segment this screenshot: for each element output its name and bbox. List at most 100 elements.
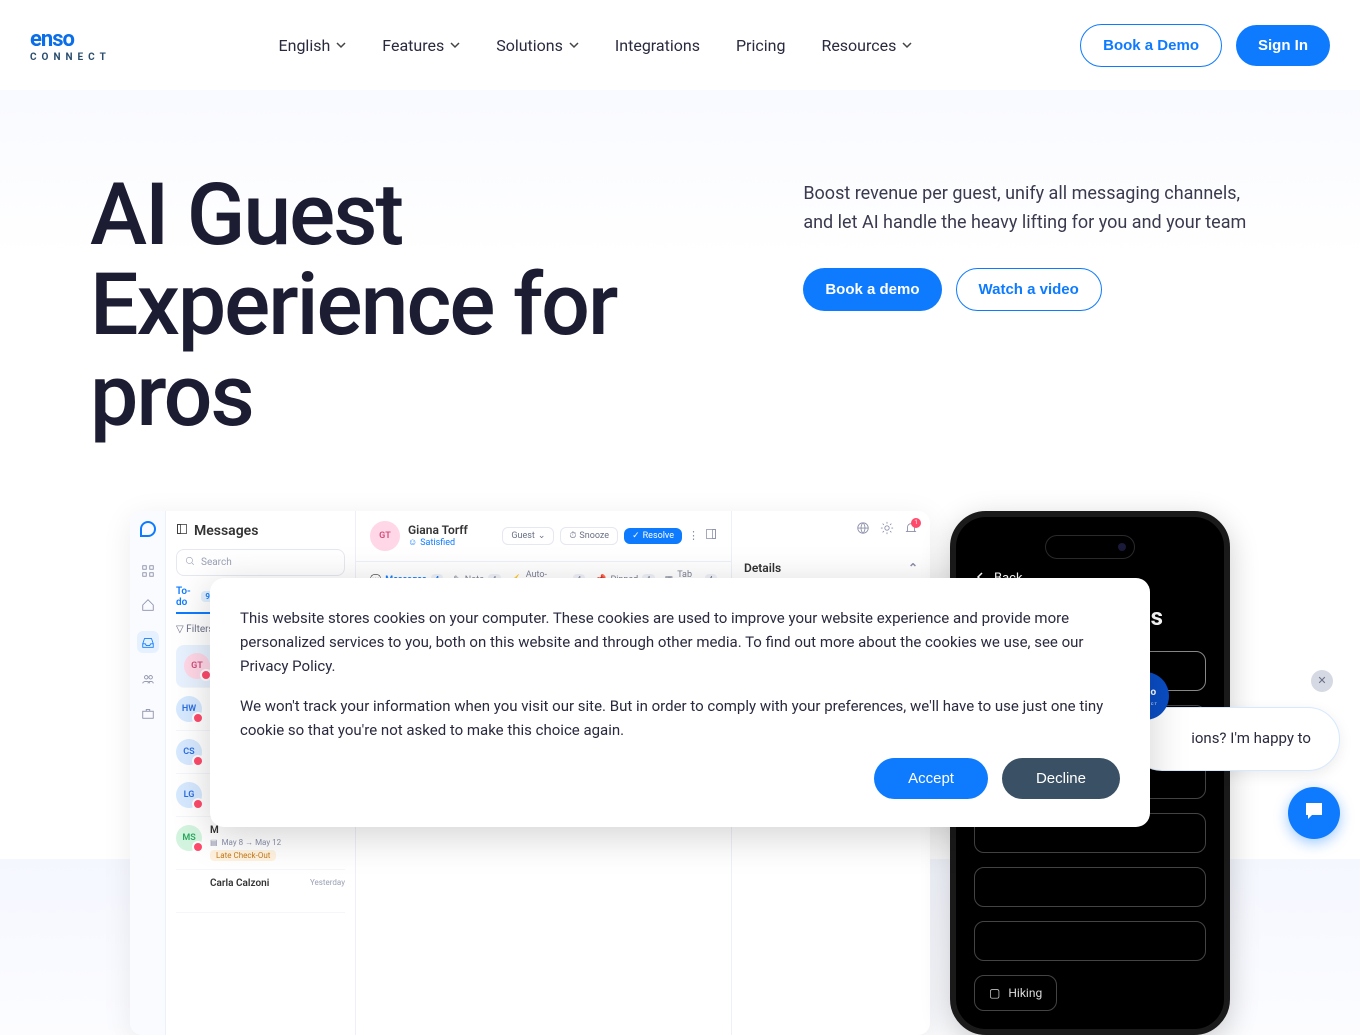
camera-dot-icon <box>1118 543 1126 551</box>
home-icon <box>140 597 156 613</box>
logo-mini-icon <box>140 521 156 537</box>
bell-icon: 1 <box>904 521 918 538</box>
nav-integrations-label: Integrations <box>615 36 700 55</box>
briefcase-icon <box>140 705 156 721</box>
chat-name: Giana Torff <box>408 523 468 537</box>
chat-status-text: Satisfied <box>420 538 455 548</box>
guest-label: Guest <box>511 531 534 541</box>
tab-todo-label: To- do <box>176 586 197 608</box>
convo-item: Carla Calzoni Yesterday <box>176 870 345 913</box>
messages-heading-text: Messages <box>194 523 258 539</box>
hero-left: AI Guest Experience for pros <box>90 170 743 441</box>
hero-section: AI Guest Experience for pros Boost reven… <box>0 90 1360 481</box>
details-title-text: Details <box>744 561 781 575</box>
chat-bubble[interactable]: enso CONNECT ✕ ions? I'm happy to <box>1130 707 1340 771</box>
mobile-chips: ▢Hiking <box>974 975 1206 1011</box>
mobile-field <box>974 921 1206 961</box>
nav-resources-label: Resources <box>821 36 896 55</box>
nav-pricing[interactable]: Pricing <box>736 36 786 55</box>
users-icon <box>140 671 156 687</box>
cookie-decline-button[interactable]: Decline <box>1002 758 1120 799</box>
mobile-field-wrap <box>974 867 1206 907</box>
cookie-actions: Accept Decline <box>240 758 1120 799</box>
resolve-button: ✓Resolve <box>624 528 682 544</box>
dashboard-icon <box>140 563 156 579</box>
convo-name: M <box>210 825 219 836</box>
chat-header-name-block: Giana Torff ☺Satisfied <box>408 523 468 548</box>
avatar: MS <box>176 825 202 851</box>
convo-time: Yesterday <box>310 878 345 889</box>
filter-icon: ▽ <box>176 624 186 635</box>
chat-status: ☺Satisfied <box>408 537 468 548</box>
avatar: LG <box>176 782 202 808</box>
mobile-notch <box>1045 535 1135 559</box>
gear-icon <box>880 521 894 538</box>
logo-text-bottom: CONNECT <box>30 52 111 63</box>
nav-features[interactable]: Features <box>382 36 460 55</box>
check-square-icon: ▢ <box>989 986 1000 1000</box>
tab-todo: To- do9 <box>176 586 214 614</box>
nav-integrations[interactable]: Integrations <box>615 36 700 55</box>
more-icon: ⋮ <box>688 529 699 542</box>
chat-fab-button[interactable] <box>1288 787 1340 839</box>
snooze-button: ⏱Snooze <box>560 527 618 545</box>
messages-heading: Messages <box>176 523 345 539</box>
chat-bubble-icon <box>1302 799 1326 827</box>
sign-in-button[interactable]: Sign In <box>1236 25 1330 66</box>
late-checkout-chip: Late Check-Out <box>210 850 276 861</box>
mobile-chip-hiking: ▢Hiking <box>974 975 1057 1011</box>
inbox-icon <box>137 631 159 653</box>
chevron-down-icon <box>569 40 579 50</box>
globe-icon <box>856 521 870 538</box>
guest-dropdown: Guest ⌄ <box>502 527 554 545</box>
chat-head-actions: Guest ⌄ ⏱Snooze ✓Resolve ⋮ <box>502 527 717 545</box>
nav-language-label: English <box>279 36 331 55</box>
avatar: GT <box>370 521 400 551</box>
avatar: HW <box>176 696 202 722</box>
chevron-down-icon <box>902 40 912 50</box>
check-icon: ✓ <box>632 531 640 541</box>
cookie-accept-button[interactable]: Accept <box>874 758 988 799</box>
dp-chat-header: GT Giana Torff ☺Satisfied Guest ⌄ ⏱Snooz… <box>356 511 731 562</box>
avatar-initials: CS <box>183 747 194 757</box>
mobile-field-wrap <box>974 921 1206 961</box>
convo-text: Carla Calzoni Yesterday <box>210 878 345 889</box>
nav-language[interactable]: English <box>279 36 347 55</box>
nav-resources[interactable]: Resources <box>821 36 912 55</box>
channel-badge-icon <box>192 841 204 853</box>
hero-book-demo-button[interactable]: Book a demo <box>803 268 941 311</box>
chat-text: ions? I'm happy to <box>1191 729 1311 747</box>
nav-solutions-label: Solutions <box>496 36 563 55</box>
details-title: Details⌃ <box>744 561 918 575</box>
header-actions: Book a Demo Sign In <box>1080 24 1330 67</box>
hero-watch-video-button[interactable]: Watch a video <box>956 268 1102 311</box>
search-input: Search <box>176 549 345 576</box>
nav-solutions[interactable]: Solutions <box>496 36 579 55</box>
search-placeholder: Search <box>201 557 232 568</box>
book-demo-button[interactable]: Book a Demo <box>1080 24 1222 67</box>
avatar-initials: GT <box>191 661 203 671</box>
avatar: CS <box>176 739 202 765</box>
calendar-icon: ▤ <box>210 838 218 847</box>
chat-widget: enso CONNECT ✕ ions? I'm happy to <box>1130 707 1340 771</box>
cookie-banner: This website stores cookies on your comp… <box>210 578 1150 827</box>
cookie-paragraph-2: We won't track your information when you… <box>240 694 1120 742</box>
convo-dates: May 8 → May 12 <box>222 838 282 847</box>
main-nav: English Features Solutions Integrations … <box>279 36 913 55</box>
logo[interactable]: enso CONNECT <box>30 27 111 63</box>
nav-pricing-label: Pricing <box>736 36 786 55</box>
hero-right: Boost revenue per guest, unify all messa… <box>803 170 1270 441</box>
smile-icon: ☺ <box>408 537 417 548</box>
notif-badge: 1 <box>911 518 921 528</box>
hero-description: Boost revenue per guest, unify all messa… <box>803 180 1270 238</box>
dp-topbar: 1 <box>856 521 918 538</box>
nav-features-label: Features <box>382 36 444 55</box>
panel-icon <box>176 523 188 539</box>
mobile-field <box>974 867 1206 907</box>
filters-btn: ▽ Filters <box>176 624 214 635</box>
avatar: GT <box>184 653 210 679</box>
cookie-paragraph-1: This website stores cookies on your comp… <box>240 606 1120 678</box>
convo-name: Carla Calzoni <box>210 878 269 889</box>
channel-badge-icon <box>192 712 204 724</box>
dp-sidebar <box>130 511 166 1035</box>
